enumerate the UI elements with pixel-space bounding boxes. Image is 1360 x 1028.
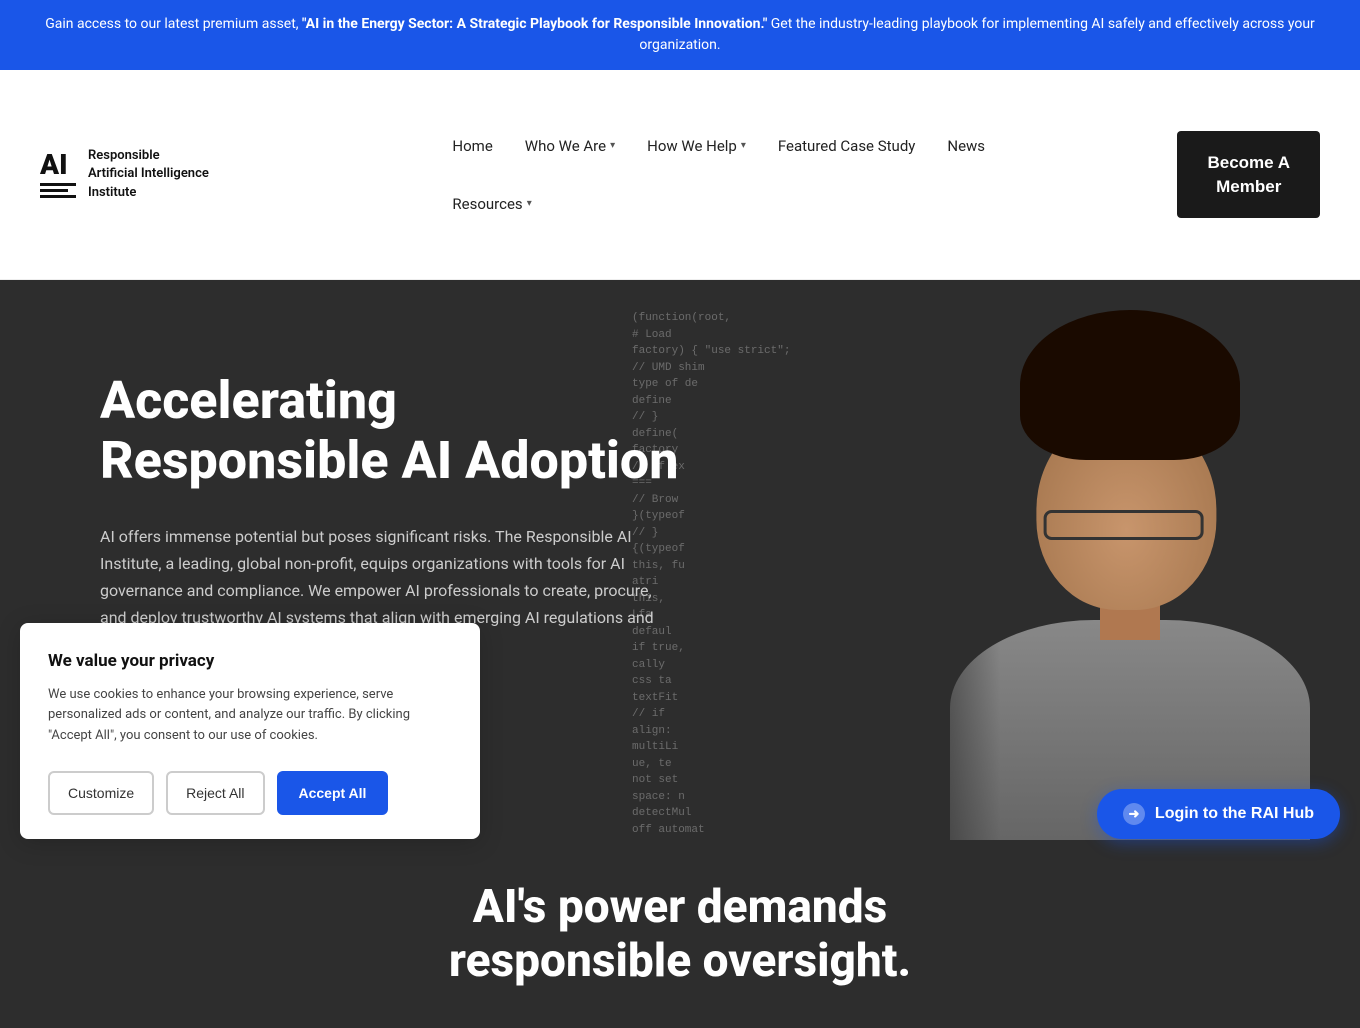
nav-how-label: How We Help bbox=[647, 137, 737, 155]
nav-news-label: News bbox=[947, 137, 985, 155]
logo-line-2 bbox=[40, 189, 68, 192]
logo-line-1 bbox=[40, 183, 76, 186]
nav-item-how-we-help[interactable]: How We Help ▾ bbox=[635, 129, 758, 163]
logo-line-3 bbox=[40, 195, 76, 198]
logo-name-line2: Artificial Intelligence bbox=[88, 165, 209, 183]
nav-featured-label: Featured Case Study bbox=[778, 137, 915, 155]
logo[interactable]: AI Responsible Artificial Intelligence I… bbox=[40, 147, 260, 202]
nav-home-label: Home bbox=[452, 137, 492, 155]
nav-item-resources[interactable]: Resources ▾ bbox=[440, 187, 543, 221]
logo-name-line1: Responsible bbox=[88, 147, 209, 165]
nav-item-who-we-are[interactable]: Who We Are ▾ bbox=[513, 129, 627, 163]
become-member-button[interactable]: Become A Member bbox=[1177, 131, 1320, 219]
cookie-banner: We value your privacy We use cookies to … bbox=[20, 623, 480, 839]
customize-button[interactable]: Customize bbox=[48, 771, 154, 815]
nav-resources-label: Resources bbox=[452, 195, 522, 213]
nav-who-label: Who We Are bbox=[525, 137, 606, 155]
logo-name-line3: Institute bbox=[88, 184, 209, 202]
nav-item-featured-case-study[interactable]: Featured Case Study bbox=[766, 129, 927, 163]
person-silhouette bbox=[900, 320, 1360, 840]
become-member-line1: Become A bbox=[1207, 153, 1290, 172]
chevron-down-icon: ▾ bbox=[527, 198, 532, 209]
nav-item-home[interactable]: Home bbox=[440, 129, 504, 163]
login-rai-hub-button[interactable]: ➜ Login to the RAI Hub bbox=[1097, 789, 1340, 839]
chevron-down-icon: ▾ bbox=[610, 140, 615, 151]
cookie-buttons: Customize Reject All Accept All bbox=[48, 771, 452, 815]
logo-ai-text: AI bbox=[40, 151, 76, 179]
header: AI Responsible Artificial Intelligence I… bbox=[0, 70, 1360, 280]
bottom-title-area: AI's power demands responsible oversight… bbox=[100, 880, 1260, 988]
become-member-line2: Member bbox=[1216, 177, 1281, 196]
hero-title: Accelerating Responsible AI Adoption bbox=[100, 371, 680, 491]
chevron-down-icon: ▾ bbox=[741, 140, 746, 151]
hero-fade-overlay bbox=[900, 320, 1000, 840]
logo-lines bbox=[40, 183, 76, 198]
login-icon: ➜ bbox=[1123, 803, 1145, 825]
reject-all-button[interactable]: Reject All bbox=[166, 771, 264, 815]
nav-item-news[interactable]: News bbox=[935, 129, 997, 163]
banner-prefix: Gain access to our latest premium asset, bbox=[45, 16, 298, 32]
cookie-text: We use cookies to enhance your browsing … bbox=[48, 685, 452, 747]
nav-row-2: Resources ▾ bbox=[440, 175, 543, 233]
cookie-title: We value your privacy bbox=[48, 651, 452, 671]
nav-area: Home Who We Are ▾ How We Help ▾ Featured… bbox=[440, 117, 997, 233]
nav-row-1: Home Who We Are ▾ How We Help ▾ Featured… bbox=[440, 117, 997, 175]
top-banner: Gain access to our latest premium asset,… bbox=[0, 0, 1360, 70]
login-label: Login to the RAI Hub bbox=[1155, 805, 1314, 823]
banner-highlight: "AI in the Energy Sector: A Strategic Pl… bbox=[302, 16, 767, 32]
person-hair bbox=[1020, 310, 1240, 460]
bottom-title-line1: AI's power demands bbox=[100, 880, 1260, 934]
logo-icon: AI bbox=[40, 151, 76, 198]
person-glasses bbox=[1044, 510, 1204, 540]
bottom-title: AI's power demands responsible oversight… bbox=[100, 880, 1260, 988]
logo-text: Responsible Artificial Intelligence Inst… bbox=[88, 147, 209, 202]
accept-all-button[interactable]: Accept All bbox=[277, 771, 389, 815]
bottom-title-line2: responsible oversight. bbox=[100, 934, 1260, 988]
bottom-section: AI's power demands responsible oversight… bbox=[0, 840, 1360, 1028]
